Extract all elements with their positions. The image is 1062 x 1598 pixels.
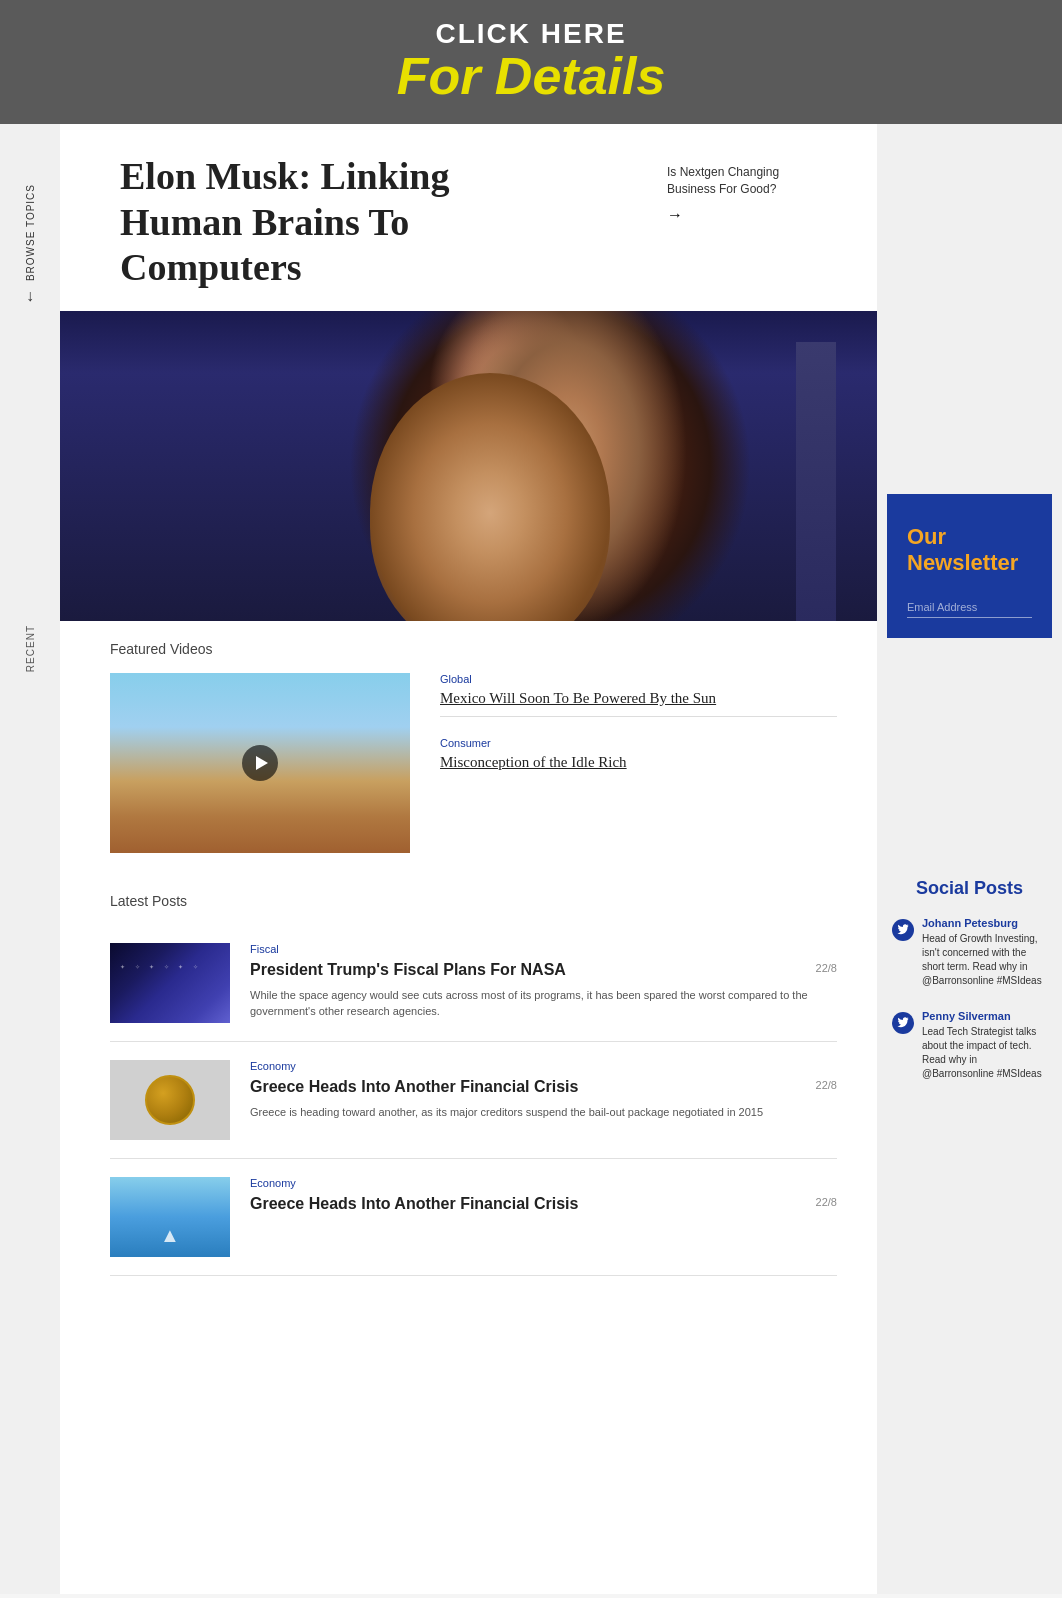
newsletter-box: Our Newsletter — [887, 494, 1052, 638]
post-thumbnail-nasa-image — [110, 943, 230, 1023]
post-excerpt-1: While the space agency would see cuts ac… — [250, 987, 837, 1020]
hero-image-face — [60, 311, 877, 621]
featured-videos-title: Featured Videos — [110, 641, 837, 657]
video-item-1[interactable]: Global Mexico Will Soon To Be Powered By… — [440, 673, 837, 718]
post-title-1: President Trump's Fiscal Plans For NASA — [250, 960, 566, 981]
social-post-text-2: Lead Tech Strategist talks about the imp… — [922, 1025, 1047, 1081]
video-thumbnail[interactable] — [110, 673, 410, 853]
banner-bottom-text: For Details — [10, 50, 1052, 102]
video-title-2: Misconception of the Idle Rich — [440, 753, 837, 773]
post-thumbnail-coin-image — [110, 1060, 230, 1140]
post-title-3: Greece Heads Into Another Financial Cris… — [250, 1194, 578, 1215]
post-title-row-3: Greece Heads Into Another Financial Cris… — [250, 1194, 837, 1215]
post-title-2: Greece Heads Into Another Financial Cris… — [250, 1077, 578, 1098]
posts-list: Fiscal President Trump's Fiscal Plans Fo… — [110, 925, 837, 1276]
video-item-2[interactable]: Consumer Misconception of the Idle Rich — [440, 737, 837, 773]
post-excerpt-2: Greece is heading toward another, as its… — [250, 1104, 837, 1121]
post-category-3: Economy — [250, 1177, 837, 1189]
latest-posts-section: Latest Posts Fiscal President Trump's Fi… — [60, 873, 877, 1296]
hero-section: Elon Musk: Linking Human Brains To Compu… — [60, 124, 877, 311]
social-post-text-1: Head of Growth Investing, isn't concerne… — [922, 932, 1047, 988]
twitter-icon-1 — [892, 919, 914, 941]
post-item-2[interactable]: Economy Greece Heads Into Another Financ… — [110, 1042, 837, 1159]
browse-topics-label: Browse Topics — [25, 184, 36, 281]
main-content: Elon Musk: Linking Human Brains To Compu… — [60, 124, 877, 1594]
post-item-1[interactable]: Fiscal President Trump's Fiscal Plans Fo… — [110, 925, 837, 1042]
social-post-author-1[interactable]: Johann Petesburg — [922, 917, 1047, 929]
video-play-button[interactable] — [242, 745, 278, 781]
post-title-row-1: President Trump's Fiscal Plans For NASA … — [250, 960, 837, 981]
social-posts-section: Social Posts Johann Petesburg Head of Gr… — [887, 878, 1052, 1081]
post-date-3: 22/8 — [816, 1196, 837, 1208]
post-meta-2: Economy Greece Heads Into Another Financ… — [250, 1060, 837, 1140]
post-date-2: 22/8 — [816, 1079, 837, 1091]
featured-videos-grid: Global Mexico Will Soon To Be Powered By… — [110, 673, 837, 853]
post-meta-3: Economy Greece Heads Into Another Financ… — [250, 1177, 837, 1257]
social-post-content-1: Johann Petesburg Head of Growth Investin… — [922, 917, 1047, 988]
page-container: Browse Topics ↓ Recent Elon Musk: Linkin… — [0, 124, 1062, 1594]
video-list: Global Mexico Will Soon To Be Powered By… — [440, 673, 837, 853]
post-date-1: 22/8 — [816, 962, 837, 974]
banner-top-text: CLICK HERE — [10, 18, 1052, 50]
hero-image[interactable] — [60, 311, 877, 621]
banner[interactable]: CLICK HERE For Details — [0, 0, 1062, 124]
hero-side-arrow-icon[interactable]: → — [667, 206, 827, 224]
video-title-1: Mexico Will Soon To Be Powered By the Su… — [440, 689, 837, 709]
twitter-icon-2 — [892, 1012, 914, 1034]
post-thumbnail-3 — [110, 1177, 230, 1257]
post-thumbnail-blue-image — [110, 1177, 230, 1257]
newsletter-email-input[interactable] — [907, 597, 1032, 618]
hero-title[interactable]: Elon Musk: Linking Human Brains To Compu… — [120, 154, 480, 291]
recent-label: Recent — [25, 625, 36, 672]
post-title-row-2: Greece Heads Into Another Financial Cris… — [250, 1077, 837, 1098]
social-post-item-2: Penny Silverman Lead Tech Strategist tal… — [892, 1010, 1047, 1081]
video-category-1: Global — [440, 673, 837, 685]
browse-topics-button[interactable]: Browse Topics ↓ — [25, 184, 36, 305]
browse-topics-arrow-icon: ↓ — [26, 287, 34, 305]
video-divider-1 — [440, 716, 837, 717]
hero-side-text: Is Nextgen Changing Business For Good? — [667, 164, 827, 198]
newsletter-title: Our Newsletter — [907, 524, 1032, 577]
left-sidebar: Browse Topics ↓ Recent — [0, 124, 60, 1594]
social-posts-title: Social Posts — [892, 878, 1047, 899]
social-post-content-2: Penny Silverman Lead Tech Strategist tal… — [922, 1010, 1047, 1081]
latest-posts-title: Latest Posts — [110, 893, 837, 909]
post-category-1: Fiscal — [250, 943, 837, 955]
post-category-2: Economy — [250, 1060, 837, 1072]
video-category-2: Consumer — [440, 737, 837, 749]
post-meta-1: Fiscal President Trump's Fiscal Plans Fo… — [250, 943, 837, 1023]
featured-videos-section: Featured Videos Global Mexico Will Soon … — [60, 621, 877, 873]
social-post-item-1: Johann Petesburg Head of Growth Investin… — [892, 917, 1047, 988]
hero-side-info: Is Nextgen Changing Business For Good? → — [667, 154, 827, 224]
post-item-3[interactable]: Economy Greece Heads Into Another Financ… — [110, 1159, 837, 1276]
post-thumbnail-2 — [110, 1060, 230, 1140]
twitter-bird-icon-1 — [897, 924, 909, 936]
post-thumbnail-1 — [110, 943, 230, 1023]
right-sidebar: Our Newsletter Social Posts Johann Petes… — [877, 124, 1062, 1594]
social-post-author-2[interactable]: Penny Silverman — [922, 1010, 1047, 1022]
twitter-bird-icon-2 — [897, 1017, 909, 1029]
coin-icon — [145, 1075, 195, 1125]
